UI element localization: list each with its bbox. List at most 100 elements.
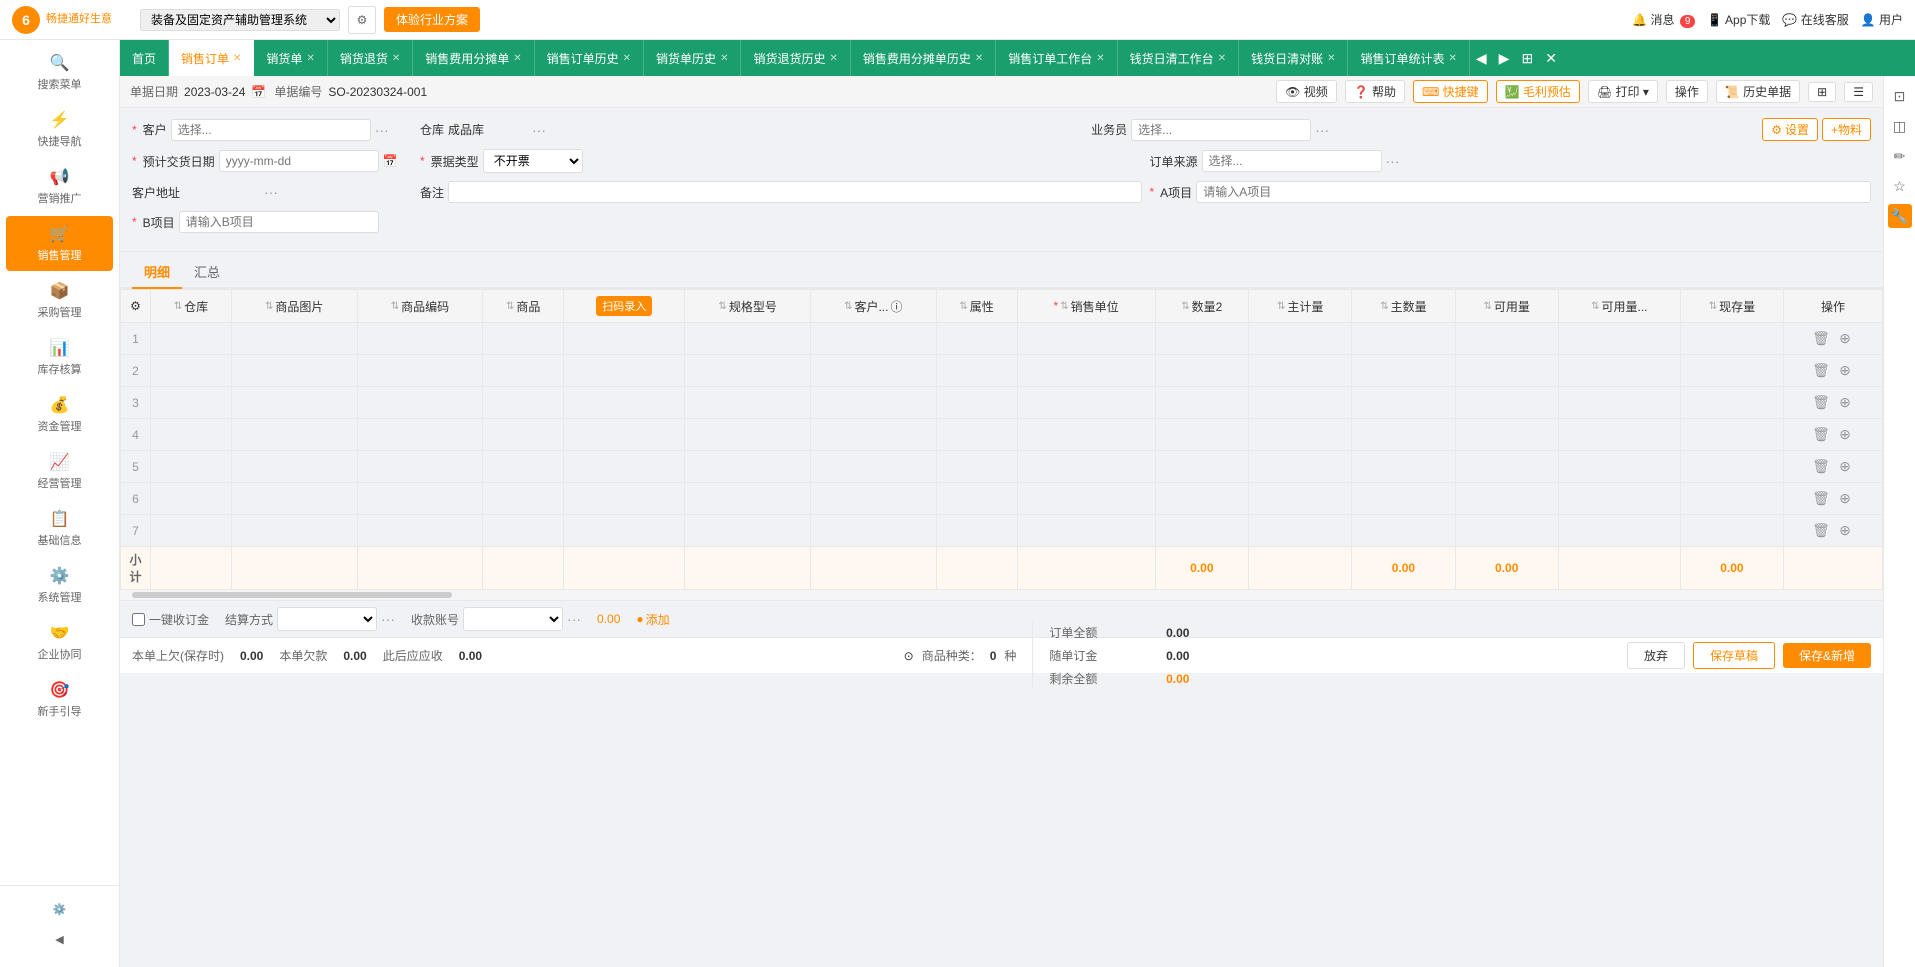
row-copy-btn-3[interactable]: ⊕ (1835, 393, 1855, 413)
video-btn[interactable]: 👁 视频 (1276, 80, 1337, 103)
app-download-btn[interactable]: 📱 App下载 (1707, 11, 1770, 28)
sidebar-item-finance[interactable]: 💰 资金管理 (6, 387, 113, 442)
tab-close-icon[interactable]: ✕ (306, 53, 314, 64)
tab-stats[interactable]: 销售订单统计表 ✕ (1348, 40, 1469, 76)
right-panel-btn-1[interactable]: ⊡ (1888, 84, 1912, 108)
tab-close-icon[interactable]: ✕ (829, 53, 837, 64)
sidebar-item-marketing[interactable]: 📢 营销推广 (6, 159, 113, 214)
calendar-icon[interactable]: 📅 (251, 85, 266, 99)
staff-input[interactable] (1131, 119, 1311, 141)
sidebar-item-collab[interactable]: 🤝 企业协同 (6, 615, 113, 670)
b-project-input[interactable] (179, 211, 379, 233)
tab-prev-btn[interactable]: ◀ (1470, 40, 1493, 76)
tab-close-icon[interactable]: ✕ (720, 53, 728, 64)
tab-close-icon[interactable]: ✕ (1449, 53, 1457, 64)
industry-button[interactable]: 体验行业方案 (384, 7, 480, 32)
tab-goods-history[interactable]: 销货单历史 ✕ (644, 40, 741, 76)
tab-close-icon[interactable]: ✕ (233, 53, 241, 64)
tab-close-icon[interactable]: ✕ (623, 53, 631, 64)
print-btn[interactable]: 🖨 打印 ▾ (1588, 80, 1658, 103)
tab-sales-goods[interactable]: 销货单 ✕ (254, 40, 327, 76)
tab-expand-btn[interactable]: ⊞ (1515, 40, 1539, 76)
sidebar-item-guide[interactable]: 🎯 新手引导 (6, 672, 113, 727)
pay-more-icon[interactable]: ··· (381, 611, 395, 627)
history-btn[interactable]: 📜 历史单据 (1716, 80, 1800, 103)
system-dropdown[interactable]: 装备及固定资产辅助管理系统 (140, 9, 340, 31)
quick-checkout-checkbox[interactable] (132, 613, 145, 626)
sidebar-item-inventory[interactable]: 📊 库存核算 (6, 330, 113, 385)
view-grid-btn[interactable]: ⊞ (1808, 82, 1836, 102)
row-copy-btn-2[interactable]: ⊕ (1835, 361, 1855, 381)
scan-button[interactable]: 扫码录入 (596, 296, 652, 316)
row-copy-btn-6[interactable]: ⊕ (1835, 489, 1855, 509)
sidebar-item-sales[interactable]: 🛒 销售管理 (6, 216, 113, 271)
add-item-btn[interactable]: +物料 (1822, 118, 1871, 141)
tab-reconcile[interactable]: 钱货日清对账 ✕ (1239, 40, 1348, 76)
row-copy-btn-4[interactable]: ⊕ (1835, 425, 1855, 445)
row-copy-btn-1[interactable]: ⊕ (1835, 329, 1855, 349)
sidebar-collapse-btn[interactable]: ◀ (6, 925, 113, 954)
save-draft-button[interactable]: 保存草稿 (1693, 642, 1775, 669)
help-btn[interactable]: ❓ 帮助 (1345, 80, 1405, 103)
discard-button[interactable]: 放弃 (1627, 642, 1685, 669)
pay-method-select[interactable] (277, 607, 377, 631)
online-support-btn[interactable]: 💬 在线客服 (1782, 11, 1848, 28)
tab-return-history[interactable]: 销货退货历史 ✕ (741, 40, 850, 76)
right-panel-btn-5[interactable]: 🔧 (1888, 204, 1912, 228)
tab-fee-history[interactable]: 销售费用分摊单历史 ✕ (851, 40, 996, 76)
sidebar-item-nav[interactable]: ⚡ 快捷导航 (6, 102, 113, 157)
tab-close-icon[interactable]: ✕ (1218, 53, 1226, 64)
user-avatar[interactable]: 👤 用户 (1861, 11, 1903, 28)
tab-close-icon[interactable]: ✕ (513, 53, 521, 64)
tab-order-history[interactable]: 销售订单历史 ✕ (535, 40, 644, 76)
delivery-calendar-icon[interactable]: 📅 (383, 154, 398, 168)
sidebar-item-search[interactable]: 🔍 搜索菜单 (6, 45, 113, 100)
row-delete-btn-4[interactable]: 🗑 (1811, 425, 1831, 445)
a-project-input[interactable] (1196, 181, 1871, 203)
tab-close-icon[interactable]: ✕ (1096, 53, 1104, 64)
sidebar-item-purchase[interactable]: 📦 采购管理 (6, 273, 113, 328)
row-delete-btn-1[interactable]: 🗑 (1811, 329, 1831, 349)
shortcut-btn[interactable]: ⌨ 快捷键 (1413, 80, 1488, 103)
sidebar-item-system[interactable]: ⚙️ 系统管理 (6, 558, 113, 613)
message-btn[interactable]: 🔔 消息 9 (1632, 11, 1695, 28)
order-source-input[interactable] (1202, 150, 1382, 172)
tab-home[interactable]: 首页 (120, 40, 169, 76)
right-panel-btn-3[interactable]: ✏ (1888, 144, 1912, 168)
row-delete-btn-6[interactable]: 🗑 (1811, 489, 1831, 509)
address-more-icon[interactable]: ··· (264, 184, 278, 200)
note-input[interactable] (448, 181, 1141, 203)
tab-workbench[interactable]: 销售订单工作台 ✕ (996, 40, 1117, 76)
staff-more-icon[interactable]: ··· (1315, 122, 1329, 138)
tab-summary[interactable]: 汇总 (182, 256, 232, 289)
delivery-input[interactable] (219, 150, 379, 172)
customer-input[interactable] (171, 119, 371, 141)
account-select[interactable] (463, 607, 563, 631)
invoice-select[interactable]: 不开票 (483, 149, 583, 173)
row-delete-btn-7[interactable]: 🗑 (1811, 521, 1831, 541)
tab-close-icon[interactable]: ✕ (975, 53, 983, 64)
settings-btn[interactable]: ⚙ 设置 (1762, 118, 1818, 141)
operate-btn[interactable]: 操作 (1666, 80, 1708, 103)
settings-icon[interactable]: ⚙ (348, 6, 376, 34)
add-btn[interactable]: ● 添加 (636, 611, 669, 628)
right-panel-btn-4[interactable]: ☆ (1888, 174, 1912, 198)
tab-next-btn[interactable]: ▶ (1493, 40, 1516, 76)
tab-fee-split[interactable]: 销售费用分摊单 ✕ (413, 40, 534, 76)
row-delete-btn-5[interactable]: 🗑 (1811, 457, 1831, 477)
tab-sales-order[interactable]: 销售订单 ✕ (169, 40, 254, 76)
save-new-button[interactable]: 保存&新增 (1783, 643, 1871, 668)
sidebar-item-basics[interactable]: 📋 基础信息 (6, 501, 113, 556)
horizontal-scrollbar[interactable] (132, 592, 452, 598)
tab-close-icon[interactable]: ✕ (1327, 53, 1335, 64)
view-list-btn[interactable]: ☰ (1844, 82, 1873, 102)
row-delete-btn-3[interactable]: 🗑 (1811, 393, 1831, 413)
th-settings[interactable]: ⚙ (121, 290, 151, 323)
sidebar-item-operations[interactable]: 📈 经营管理 (6, 444, 113, 499)
tab-close-icon[interactable]: ✕ (392, 53, 400, 64)
tab-daily-clear[interactable]: 钱货日清工作台 ✕ (1118, 40, 1239, 76)
row-delete-btn-2[interactable]: 🗑 (1811, 361, 1831, 381)
profit-btn[interactable]: 💹 毛利预估 (1496, 80, 1580, 103)
tab-detail[interactable]: 明细 (132, 256, 182, 289)
order-source-more-icon[interactable]: ··· (1386, 153, 1400, 169)
